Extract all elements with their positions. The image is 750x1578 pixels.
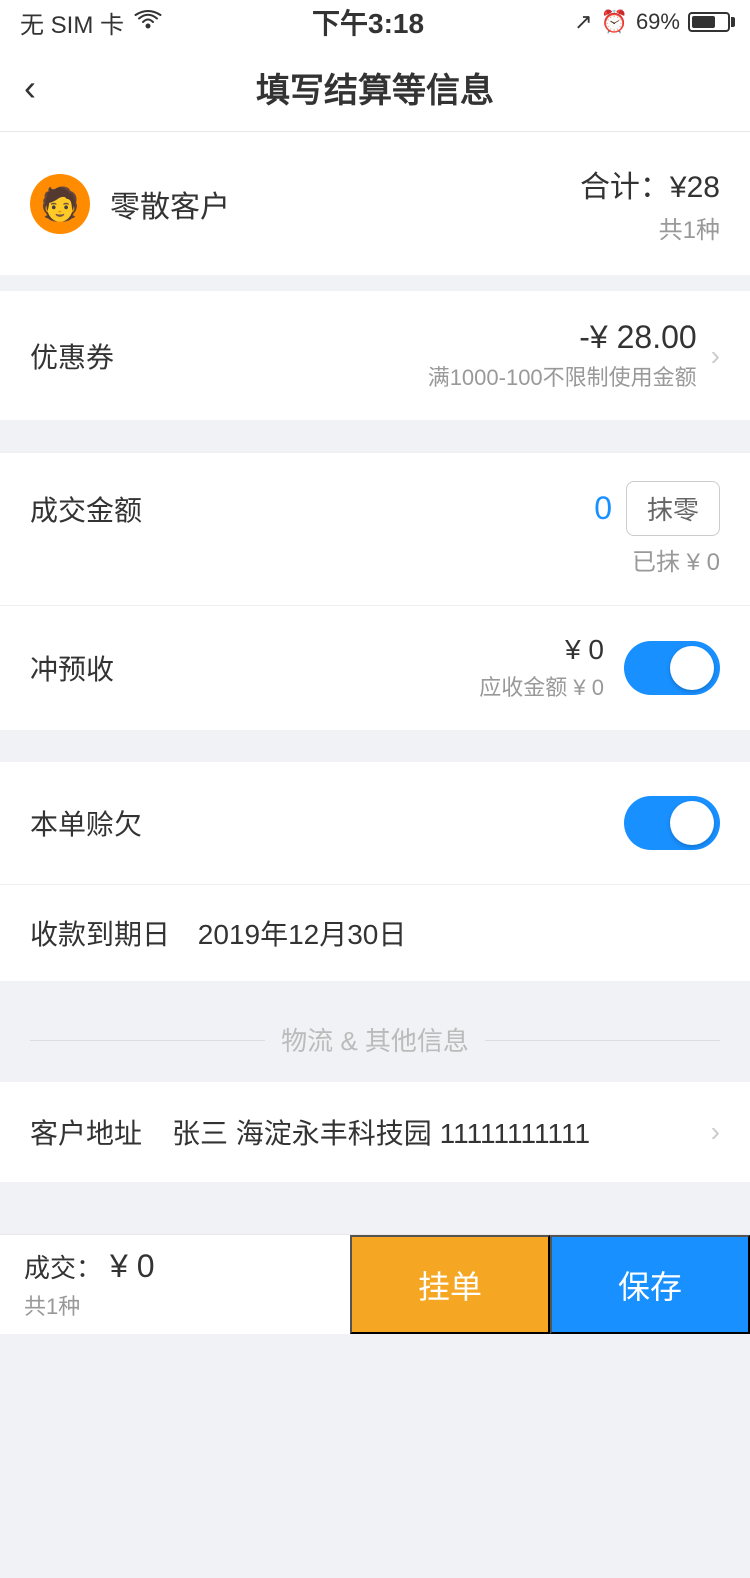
address-chevron-icon: ›	[711, 1116, 720, 1148]
prepay-right: ¥ 0 应收金额 ¥ 0	[479, 634, 720, 702]
coupon-discount: -¥ 28.00	[428, 319, 697, 356]
logistics-label: 物流 & 其他信息	[265, 1021, 485, 1058]
credit-section: 本单赊欠 收款到期日 2019年12月30日	[0, 762, 750, 981]
prepay-row: 冲预收 ¥ 0 应收金额 ¥ 0	[0, 605, 750, 730]
transaction-right: 0 抹零	[594, 481, 720, 536]
prepay-amount: ¥ 0	[479, 634, 604, 666]
credit-toggle[interactable]	[624, 796, 720, 850]
transaction-top: 成交金额 0 抹零	[30, 481, 720, 536]
customer-avatar: 🧑	[30, 174, 90, 234]
location-icon: ↗	[574, 9, 592, 35]
status-time: 下午3:18	[312, 2, 424, 42]
avatar-icon: 🧑	[40, 185, 80, 223]
prepay-amounts: ¥ 0 应收金额 ¥ 0	[479, 634, 604, 702]
logistics-divider: 物流 & 其他信息	[0, 997, 750, 1082]
customer-right: 合计：¥28 共1种	[580, 162, 720, 245]
due-date-row: 收款到期日 2019年12月30日	[0, 884, 750, 981]
bottom-bar: 成交： ¥ 0 共1种 挂单 保存	[0, 1234, 750, 1334]
address-label: 客户地址	[30, 1112, 142, 1152]
customer-left: 🧑 零散客户	[30, 174, 230, 234]
customer-section: 🧑 零散客户 合计：¥28 共1种	[0, 132, 750, 275]
bottom-count: 共1种	[24, 1289, 326, 1321]
status-left: 无 SIM 卡	[20, 5, 162, 40]
credit-toggle-knob	[670, 801, 714, 845]
bottom-info: 成交： ¥ 0 共1种	[0, 1235, 350, 1334]
address-row[interactable]: 客户地址 张三 海淀永丰科技园 11111111111 ›	[0, 1082, 750, 1182]
transaction-sub: 已抹 ¥ 0	[30, 542, 720, 577]
transaction-row: 成交金额 0 抹零 已抹 ¥ 0	[0, 452, 750, 605]
due-date-label: 收款到期日	[30, 919, 170, 950]
transaction-section: 成交金额 0 抹零 已抹 ¥ 0 冲预收 ¥ 0 应收金额 ¥ 0	[0, 452, 750, 730]
back-icon: ‹	[24, 67, 36, 109]
chevron-right-icon: ›	[711, 340, 720, 372]
customer-name: 零散客户	[110, 182, 230, 226]
coupon-info: -¥ 28.00 满1000-100不限制使用金额	[428, 319, 697, 392]
carrier-text: 无 SIM 卡	[20, 5, 124, 40]
bottom-deal-amount: ¥ 0	[110, 1248, 154, 1285]
total-amount: 合计：¥28	[580, 162, 720, 206]
toggle-knob	[670, 646, 714, 690]
divider-1	[0, 436, 750, 452]
page-title: 填写结算等信息	[256, 63, 494, 112]
alarm-icon: ⏰	[601, 9, 628, 35]
address-value: 张三 海淀永丰科技园 11111111111	[172, 1112, 711, 1152]
divider-2	[0, 746, 750, 762]
save-button[interactable]: 保存	[550, 1235, 750, 1334]
bottom-deal-label: 成交：	[24, 1248, 102, 1285]
battery-percent: 69%	[636, 9, 680, 35]
due-date-value: 2019年12月30日	[198, 919, 407, 950]
round-button[interactable]: 抹零	[626, 481, 720, 536]
prepay-toggle[interactable]	[624, 641, 720, 695]
coupon-desc: 满1000-100不限制使用金额	[428, 360, 697, 392]
coupon-right-area: -¥ 28.00 满1000-100不限制使用金额 ›	[428, 319, 720, 392]
status-bar: 无 SIM 卡 下午3:18 ↗ ⏰ 69%	[0, 0, 750, 44]
credit-row: 本单赊欠	[0, 762, 750, 884]
due-date-content: 收款到期日 2019年12月30日	[30, 919, 426, 950]
wifi-icon	[134, 8, 162, 36]
total-count: 共1种	[580, 210, 720, 245]
bottom-spacer	[0, 1478, 750, 1578]
battery-icon	[688, 12, 730, 32]
hold-button[interactable]: 挂单	[350, 1235, 550, 1334]
transaction-value: 0	[594, 490, 612, 527]
prepay-sub: 应收金额 ¥ 0	[479, 670, 604, 702]
coupon-row[interactable]: 优惠券 -¥ 28.00 满1000-100不限制使用金额 ›	[0, 291, 750, 420]
prepay-label: 冲预收	[30, 648, 114, 688]
address-section[interactable]: 客户地址 张三 海淀永丰科技园 11111111111 ›	[0, 1082, 750, 1182]
coupon-label: 优惠券	[30, 336, 114, 376]
back-button[interactable]: ‹	[24, 67, 36, 109]
transaction-label: 成交金额	[30, 489, 142, 529]
status-right: ↗ ⏰ 69%	[574, 9, 730, 35]
credit-label: 本单赊欠	[30, 803, 142, 843]
bottom-deal-row: 成交： ¥ 0	[24, 1248, 326, 1285]
nav-bar: ‹ 填写结算等信息	[0, 44, 750, 132]
coupon-section[interactable]: 优惠券 -¥ 28.00 满1000-100不限制使用金额 ›	[0, 291, 750, 420]
customer-row: 🧑 零散客户 合计：¥28 共1种	[0, 132, 750, 275]
